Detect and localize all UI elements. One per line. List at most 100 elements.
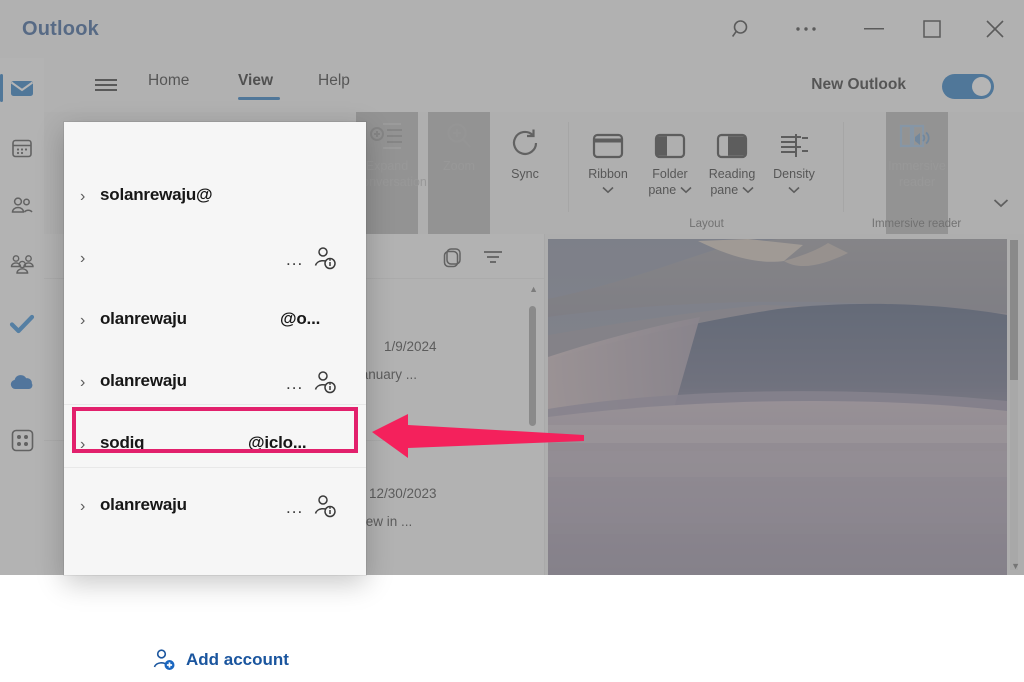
mail-icon bbox=[10, 81, 34, 96]
maximize-icon[interactable] bbox=[903, 0, 961, 58]
chevron-right-icon[interactable]: › bbox=[80, 498, 85, 516]
reading-pane-icon bbox=[701, 120, 763, 160]
message-date: 12/30/2023 bbox=[369, 486, 437, 501]
folder-pane-label: Folder bbox=[652, 167, 688, 181]
expand-conversation-label: Expand conversation bbox=[356, 159, 427, 189]
sidebar-item-mail[interactable] bbox=[0, 64, 44, 112]
tab-help[interactable]: Help bbox=[318, 72, 350, 90]
select-all-icon[interactable] bbox=[440, 244, 466, 270]
calendar-icon bbox=[12, 139, 32, 158]
ribbon-group-immersive-reader: Immersive reader Immersive reader bbox=[844, 112, 989, 234]
new-outlook-toggle[interactable] bbox=[942, 74, 994, 99]
apps-grid-icon bbox=[11, 429, 33, 451]
immersive-reader-icon bbox=[886, 112, 948, 152]
ribbon-layout-button[interactable]: Ribbon bbox=[577, 120, 639, 198]
scroll-down-arrow-icon[interactable]: ▼ bbox=[1011, 561, 1020, 571]
reading-pane: ▼ bbox=[545, 234, 1024, 575]
ribbon-expand-chevron-down-icon[interactable] bbox=[988, 190, 1014, 216]
sync-button[interactable]: Sync bbox=[494, 120, 556, 182]
sidebar-item-calendar[interactable] bbox=[0, 124, 44, 172]
reading-pane-label: Reading bbox=[708, 167, 756, 181]
minimize-icon[interactable] bbox=[845, 0, 903, 58]
reading-pane-scrollbar[interactable] bbox=[1010, 240, 1018, 380]
left-rail bbox=[0, 58, 44, 575]
new-outlook-label: New Outlook bbox=[811, 76, 906, 93]
density-icon bbox=[763, 120, 825, 160]
zoom-icon bbox=[428, 112, 490, 152]
account-row-2[interactable]: › ... bbox=[64, 229, 366, 291]
sidebar-item-groups[interactable] bbox=[0, 240, 44, 288]
message-date: 1/9/2024 bbox=[384, 339, 437, 354]
ribbon-group-immersive-reader-label: Immersive reader bbox=[871, 218, 962, 230]
immersive-reader-label: Immersive bbox=[888, 159, 946, 173]
sidebar-item-onedrive[interactable] bbox=[0, 358, 44, 406]
filter-icon[interactable] bbox=[480, 244, 506, 270]
ribbon-layout-icon bbox=[577, 120, 639, 160]
account-row-olanrewaju-1[interactable]: › olanrewaju @o... bbox=[64, 291, 366, 353]
immersive-reader-button[interactable]: Immersive reader bbox=[886, 112, 948, 234]
close-icon[interactable] bbox=[966, 0, 1024, 58]
scroll-up-arrow-icon[interactable]: ▲ bbox=[529, 284, 538, 294]
more-options-icon[interactable] bbox=[777, 0, 835, 58]
account-name: solanrewaju@ bbox=[100, 185, 213, 204]
selection-indicator bbox=[0, 74, 3, 102]
add-account-button[interactable]: Add account bbox=[64, 638, 366, 682]
account-dropdown: › solanrewaju@ › ... › olanrewaju @o... … bbox=[64, 122, 366, 670]
sidebar-item-apps[interactable] bbox=[0, 416, 44, 464]
immersive-reader-sublabel: reader bbox=[898, 175, 936, 189]
account-name: olanrewaju bbox=[100, 309, 187, 328]
cloud-icon bbox=[10, 375, 33, 390]
account-overflow-dots[interactable]: ... bbox=[286, 374, 303, 394]
account-name: olanrewaju bbox=[100, 495, 187, 514]
sidebar-item-todo[interactable] bbox=[0, 300, 44, 348]
add-account-label: Add account bbox=[186, 650, 289, 669]
chevron-down-icon bbox=[742, 186, 754, 194]
sync-label: Sync bbox=[511, 167, 539, 181]
folder-pane-icon bbox=[639, 120, 701, 160]
search-icon[interactable] bbox=[713, 0, 771, 58]
reading-pane-sublabel: pane bbox=[710, 183, 739, 197]
chevron-right-icon[interactable]: › bbox=[80, 250, 85, 268]
tab-view-underline bbox=[238, 97, 280, 100]
divider bbox=[64, 467, 366, 468]
account-row-olanrewaju-2[interactable]: › olanrewaju ... bbox=[64, 353, 366, 415]
sidebar-item-people[interactable] bbox=[0, 182, 44, 230]
title-bar: Outlook bbox=[0, 0, 1024, 58]
message-list-toolbar bbox=[428, 238, 538, 274]
folder-pane-sublabel: pane bbox=[648, 183, 677, 197]
account-overflow-dots[interactable]: ... bbox=[286, 498, 303, 518]
divider bbox=[64, 404, 366, 405]
chevron-right-icon[interactable]: › bbox=[80, 312, 85, 330]
reading-pane-image bbox=[548, 239, 1007, 575]
account-info-icon[interactable] bbox=[312, 370, 338, 396]
zoom-button[interactable]: Zoom bbox=[428, 112, 490, 234]
app-title: Outlook bbox=[22, 18, 99, 40]
outlook-window: Outlook Home View Help New Outlook Expan… bbox=[0, 0, 1024, 670]
reading-pane-button[interactable]: Reading pane bbox=[701, 120, 763, 198]
chevron-right-icon[interactable]: › bbox=[80, 188, 85, 206]
ribbon-group-messages: Expand conversation Zoom Sync ...es bbox=[339, 112, 569, 234]
hamburger-menu-icon[interactable] bbox=[86, 70, 126, 100]
ribbon-group-layout-label: Layout bbox=[689, 218, 724, 230]
chevron-down-icon bbox=[602, 186, 614, 194]
ribbon-layout-label: Ribbon bbox=[588, 167, 628, 181]
ribbon-group-layout: Ribbon Folder pane Reading pane Density … bbox=[569, 112, 844, 234]
toggle-knob bbox=[972, 77, 991, 96]
sync-icon bbox=[494, 120, 556, 160]
density-button[interactable]: Density bbox=[763, 120, 825, 198]
zoom-label: Zoom bbox=[443, 159, 475, 173]
account-row-olanrewaju-3[interactable]: › olanrewaju ... bbox=[64, 477, 366, 539]
tab-home[interactable]: Home bbox=[148, 72, 189, 90]
account-overflow-dots[interactable]: ... bbox=[286, 250, 303, 270]
annotation-arrow bbox=[366, 400, 586, 470]
folder-pane-button[interactable]: Folder pane bbox=[639, 120, 701, 198]
chevron-right-icon[interactable]: › bbox=[80, 374, 85, 392]
tab-view[interactable]: View bbox=[238, 72, 273, 90]
account-info-icon[interactable] bbox=[312, 494, 338, 520]
account-row-solanrewaju[interactable]: › solanrewaju@ bbox=[64, 167, 366, 229]
highlight-box bbox=[72, 407, 358, 453]
density-label: Density bbox=[773, 167, 815, 181]
account-name: olanrewaju bbox=[100, 371, 187, 390]
account-info-icon[interactable] bbox=[312, 246, 338, 272]
add-person-icon bbox=[152, 648, 176, 672]
